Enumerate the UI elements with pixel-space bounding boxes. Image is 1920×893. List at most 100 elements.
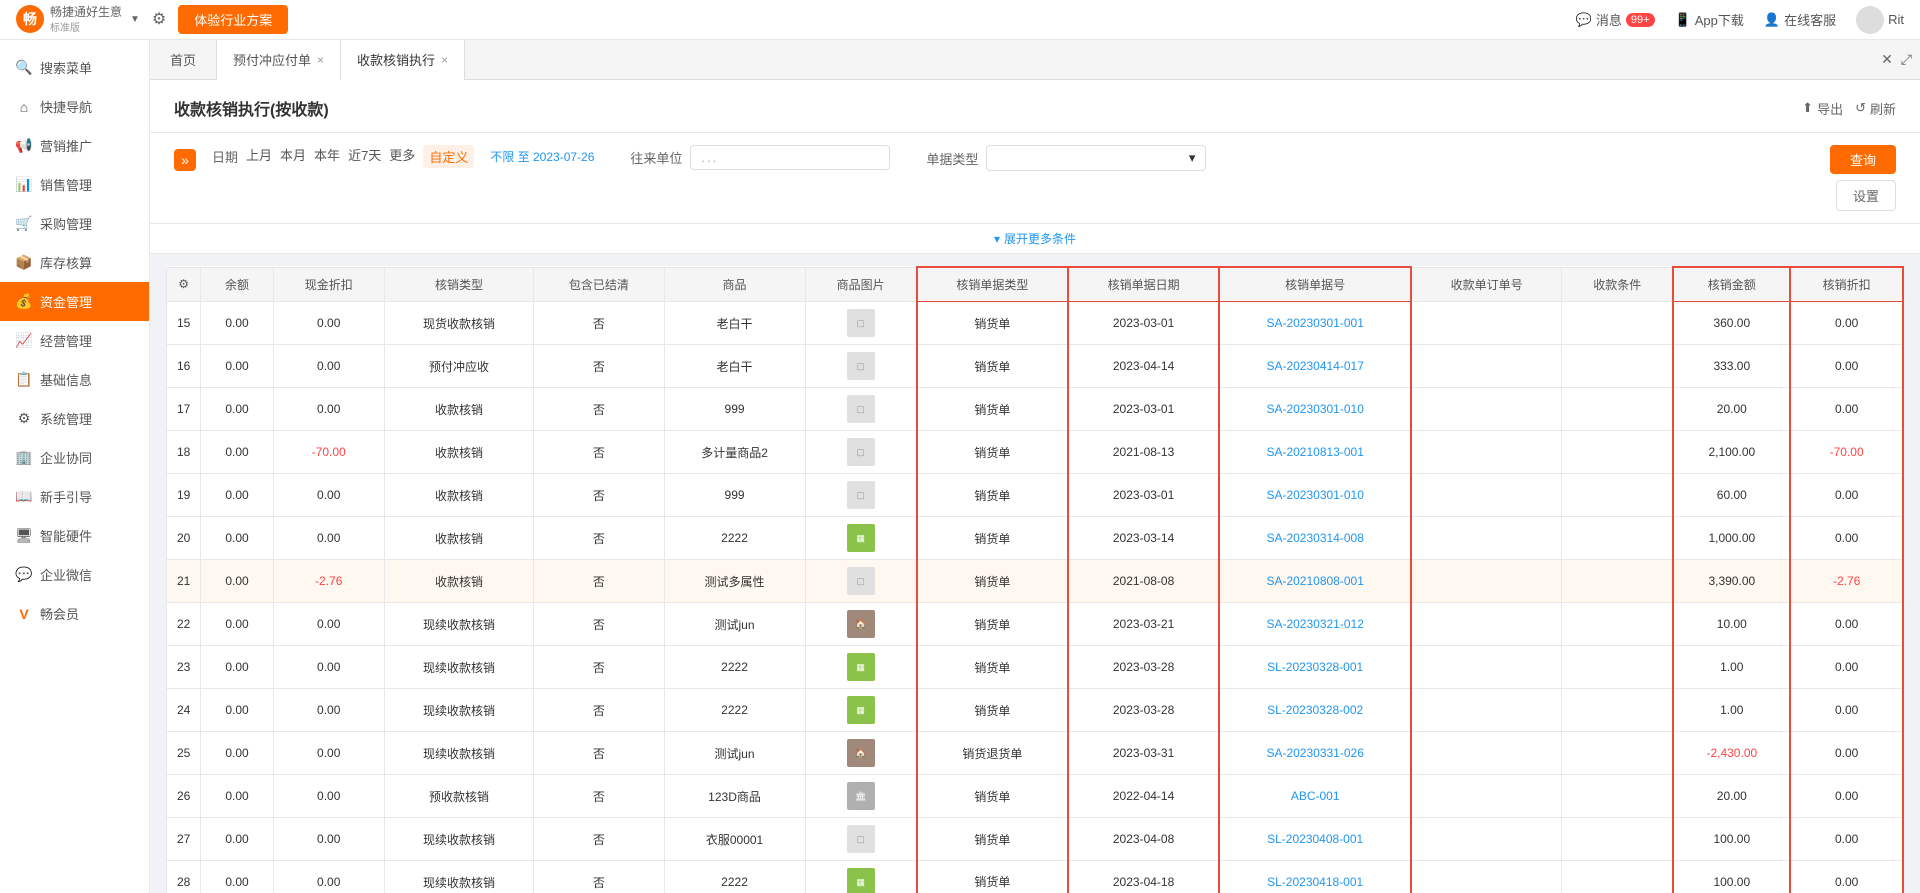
verify-bill-no-link[interactable]: SA-20210808-001	[1266, 574, 1363, 588]
cell-verify-bill-no[interactable]: SA-20230301-001	[1219, 302, 1411, 345]
cell-balance: 0.00	[201, 302, 273, 345]
filter-toggle-button[interactable]: »	[174, 149, 196, 171]
export-button[interactable]: ⬆ 导出	[1802, 99, 1843, 118]
cell-include-settled: 否	[534, 474, 664, 517]
logo-icon: 畅	[16, 5, 44, 33]
cell-verify-bill-no[interactable]: SA-20230414-017	[1219, 345, 1411, 388]
sidebar-item-purchase[interactable]: 🛒 采购管理	[0, 204, 149, 243]
cell-verify-bill-no[interactable]: ABC-001	[1219, 775, 1411, 818]
verify-bill-no-link[interactable]: SL-20230328-001	[1267, 660, 1363, 674]
sidebar-item-basic[interactable]: 📋 基础信息	[0, 360, 149, 399]
cell-verify-bill-no[interactable]: SL-20230418-001	[1219, 861, 1411, 893]
cell-verify-amount: 333.00	[1673, 345, 1790, 388]
sidebar-item-member[interactable]: V 畅会员	[0, 594, 149, 633]
filter-settings-button[interactable]: 设置	[1836, 180, 1896, 211]
sidebar-item-finance[interactable]: 💰 资金管理	[0, 282, 149, 321]
sidebar-item-wechat[interactable]: 💬 企业微信	[0, 555, 149, 594]
verify-bill-no-link[interactable]: SA-20230414-017	[1266, 359, 1363, 373]
user-info[interactable]: Rit	[1856, 6, 1904, 34]
table-row: 25 0.00 0.00 现续收款核销 否 测试jun 🏠 销货退货单 2023…	[167, 732, 1904, 775]
cell-include-settled: 否	[534, 818, 664, 861]
cell-receipt-order-no	[1411, 732, 1561, 775]
finance-icon: 💰	[16, 294, 32, 310]
sidebar-item-sales[interactable]: 📊 销售管理	[0, 165, 149, 204]
app-download-btn[interactable]: 📱 App下载	[1675, 10, 1744, 29]
cell-receipt-condition	[1562, 732, 1674, 775]
sidebar-item-guide[interactable]: 📖 新手引导	[0, 477, 149, 516]
sidebar-item-hardware[interactable]: 🖥 智能硬件	[0, 516, 149, 555]
cell-verify-bill-no[interactable]: SA-20230301-010	[1219, 388, 1411, 431]
col-header-settings[interactable]: ⚙	[167, 267, 201, 302]
col-header-verify-bill-no: 核销单据号	[1219, 267, 1411, 302]
filter-date-7days[interactable]: 近7天	[348, 145, 381, 168]
tab-home[interactable]: 首页	[150, 40, 217, 80]
cell-verify-bill-no[interactable]: SA-20230314-008	[1219, 517, 1411, 560]
nav-dropdown-arrow[interactable]: ▼	[130, 14, 140, 25]
filter-bar: » 日期 上月 本月 本年 近7天 更多 自定义 不限 至 2023-07-26	[150, 133, 1920, 224]
cell-include-settled: 否	[534, 689, 664, 732]
cell-balance: 0.00	[201, 388, 273, 431]
verify-bill-no-link[interactable]: ABC-001	[1291, 789, 1340, 803]
filter-date-custom[interactable]: 自定义	[423, 145, 474, 168]
table-row: 20 0.00 0.00 收款核销 否 2222 ▦ 销货单 2023-03-1…	[167, 517, 1904, 560]
verify-bill-no-link[interactable]: SA-20230331-026	[1266, 746, 1363, 760]
verify-bill-no-link[interactable]: SL-20230408-001	[1267, 832, 1363, 846]
refresh-button[interactable]: ↺ 刷新	[1855, 99, 1896, 118]
cell-verify-bill-no[interactable]: SL-20230328-001	[1219, 646, 1411, 689]
cell-receipt-condition	[1562, 603, 1674, 646]
verify-bill-no-link[interactable]: SA-20230301-001	[1266, 316, 1363, 330]
cell-verify-bill-date: 2023-03-01	[1068, 474, 1219, 517]
cell-verify-bill-no[interactable]: SA-20210808-001	[1219, 560, 1411, 603]
table-settings-icon[interactable]: ⚙	[178, 277, 189, 291]
tab-prepay[interactable]: 预付冲应付单 ×	[217, 40, 341, 80]
verify-bill-no-link[interactable]: SA-20230301-010	[1266, 488, 1363, 502]
cell-verify-bill-date: 2023-03-01	[1068, 388, 1219, 431]
industry-solution-button[interactable]: 体验行业方案	[178, 5, 288, 34]
tab-expand-button[interactable]: ⤢	[1901, 51, 1912, 68]
sidebar-item-system[interactable]: ⚙ 系统管理	[0, 399, 149, 438]
expand-conditions-btn[interactable]: ▾ 展开更多条件	[994, 230, 1076, 247]
cell-balance: 0.00	[201, 560, 273, 603]
verify-bill-no-link[interactable]: SA-20230314-008	[1266, 531, 1363, 545]
sidebar-item-inventory[interactable]: 📦 库存核算	[0, 243, 149, 282]
sidebar-item-search-menu[interactable]: 🔍 搜索菜单	[0, 48, 149, 87]
filter-date-last-month[interactable]: 上月	[246, 145, 272, 168]
verify-bill-no-link[interactable]: SL-20230418-001	[1267, 875, 1363, 889]
cell-verify-bill-no[interactable]: SA-20230321-012	[1219, 603, 1411, 646]
filter-date-this-year[interactable]: 本年	[314, 145, 340, 168]
filter-from-unit-placeholder: ...	[701, 150, 718, 165]
cell-verify-bill-no[interactable]: SA-20230301-010	[1219, 474, 1411, 517]
cell-verify-bill-no[interactable]: SL-20230328-002	[1219, 689, 1411, 732]
verify-bill-no-link[interactable]: SA-20230301-010	[1266, 402, 1363, 416]
main-area: 首页 预付冲应付单 × 收款核销执行 × ✕ ⤢ 收款核销执行(按收款)	[150, 40, 1920, 893]
marketing-icon: 📢	[16, 138, 32, 154]
gear-button[interactable]: ⚙	[152, 9, 166, 29]
cell-verify-bill-no[interactable]: SA-20210813-001	[1219, 431, 1411, 474]
verify-bill-no-link[interactable]: SA-20210813-001	[1266, 445, 1363, 459]
query-button[interactable]: 查询	[1830, 145, 1896, 174]
filter-date-more[interactable]: 更多	[389, 145, 415, 168]
tab-prepay-close[interactable]: ×	[317, 53, 324, 67]
filter-from-unit-input[interactable]: ...	[690, 145, 890, 170]
sidebar-item-quick-nav[interactable]: ⌂ 快捷导航	[0, 87, 149, 126]
cell-cash-discount: 0.00	[273, 861, 384, 893]
cell-verify-bill-date: 2023-03-14	[1068, 517, 1219, 560]
tab-close-all-button[interactable]: ✕	[1881, 51, 1893, 68]
cell-verify-bill-no[interactable]: SA-20230331-026	[1219, 732, 1411, 775]
message-btn[interactable]: 💬 消息 99+	[1576, 10, 1655, 29]
cell-verify-bill-no[interactable]: SL-20230408-001	[1219, 818, 1411, 861]
filter-date-this-month[interactable]: 本月	[280, 145, 306, 168]
sidebar-item-business[interactable]: 📈 经营管理	[0, 321, 149, 360]
service-btn[interactable]: 👤 在线客服	[1764, 10, 1836, 29]
tab-verify[interactable]: 收款核销执行 ×	[341, 40, 465, 80]
col-header-verify-type: 核销类型	[384, 267, 534, 302]
filter-receipt-type-select[interactable]: ▾	[986, 145, 1206, 171]
sidebar-item-enterprise[interactable]: 🏢 企业协同	[0, 438, 149, 477]
verify-bill-no-link[interactable]: SA-20230321-012	[1266, 617, 1363, 631]
filter-receipt-type-label: 单据类型	[926, 149, 978, 168]
tab-verify-close[interactable]: ×	[441, 53, 448, 67]
sidebar-item-marketing[interactable]: 📢 营销推广	[0, 126, 149, 165]
verify-bill-no-link[interactable]: SL-20230328-002	[1267, 703, 1363, 717]
cell-verify-bill-date: 2023-03-28	[1068, 689, 1219, 732]
table-wrapper: ⚙ 余额 现金折扣 核销类型 包含已结清 商品 商品图片 核销单据类型 核销单据…	[150, 254, 1920, 893]
